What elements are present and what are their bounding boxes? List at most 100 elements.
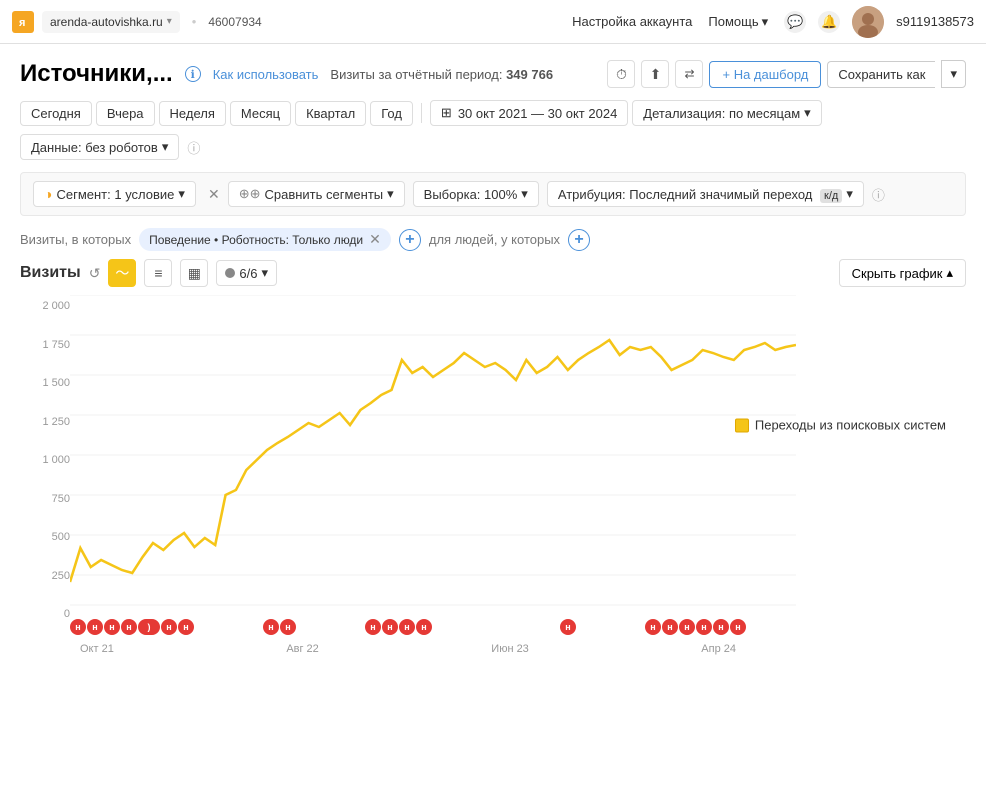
add-people-filter-button[interactable]: + [568, 229, 590, 251]
topbar-nav: Настройка аккаунта Помощь ▾ [572, 14, 768, 30]
logo: я [12, 11, 34, 33]
data-filter-button[interactable]: Данные: без роботов ▾ [20, 134, 179, 160]
date-range-button[interactable]: ⊞ 30 окт 2021 — 30 окт 2024 [430, 100, 628, 126]
main-content: Источники,... ℹ Как использовать Визиты … [0, 44, 986, 671]
detail-button[interactable]: Детализация: по месяцам ▾ [632, 100, 821, 126]
how-to-use-link[interactable]: Как использовать [213, 67, 319, 82]
export-button[interactable]: ⬆ [641, 60, 669, 88]
behavior-filter-tag[interactable]: Поведение • Роботность: Только люди ✕ [139, 228, 391, 251]
x-label-oct21: Окт 21 [80, 643, 114, 655]
segment-close-button[interactable]: ✕ [208, 186, 220, 203]
site-selector[interactable]: arenda-autovishka.ru ▾ [42, 11, 180, 33]
annotation-badge[interactable]: н [161, 619, 177, 635]
period-month-button[interactable]: Месяц [230, 101, 291, 126]
hide-chart-button[interactable]: Скрыть график ▴ [839, 259, 966, 287]
sample-text: Выборка: 100% [424, 187, 518, 202]
annotation-group-4: н [560, 619, 576, 635]
annotation-group-2: н н [263, 619, 296, 635]
compare-segments-text: Сравнить сегменты [264, 187, 383, 202]
sample-button[interactable]: Выборка: 100% ▾ [413, 181, 539, 207]
annotation-badge[interactable]: н [560, 619, 576, 635]
annotation-badge[interactable]: н [382, 619, 398, 635]
period-quarter-button[interactable]: Квартал [295, 101, 366, 126]
segment-text: Сегмент: 1 условие [56, 187, 174, 202]
refresh-icon[interactable]: ↺ [89, 265, 101, 282]
compare-icon: ⊕⊕ [239, 186, 261, 202]
period-today-button[interactable]: Сегодня [20, 101, 92, 126]
username: s9119138573 [896, 14, 974, 29]
annotation-badge[interactable]: н [662, 619, 678, 635]
save-as-dropdown-button[interactable]: ▾ [941, 60, 966, 88]
detail-chevron-icon: ▾ [804, 105, 811, 121]
data-info-icon[interactable]: ⓘ [187, 138, 200, 157]
compare-button[interactable]: ⇄ [675, 60, 703, 88]
attribution-button[interactable]: Атрибуция: Последний значимый переход к/… [547, 181, 864, 207]
series-count-text: 6/6 [239, 266, 257, 281]
annotation-badge[interactable]: н [280, 619, 296, 635]
segment-row: ◑ Сегмент: 1 условие ▾ ✕ ⊕⊕ Сравнить сег… [20, 172, 966, 216]
site-name: arenda-autovishka.ru [50, 15, 163, 29]
annotation-badge[interactable]: н [178, 619, 194, 635]
y-axis-labels: 2 000 1 750 1 500 1 250 1 000 750 500 25… [20, 295, 70, 625]
annotation-badge[interactable]: н [416, 619, 432, 635]
annotation-badge[interactable]: н [87, 619, 103, 635]
x-label-apr24: Апр 24 [701, 643, 736, 655]
header-actions: ⏱ ⬆ ⇄ + На дашборд Сохранить как ▾ [607, 60, 966, 88]
annotation-badge[interactable]: н [645, 619, 661, 635]
nav-help[interactable]: Помощь ▾ [708, 14, 768, 30]
date-toolbar: Сегодня Вчера Неделя Месяц Квартал Год ⊞… [20, 100, 966, 126]
annotation-badge[interactable]: н [399, 619, 415, 635]
sample-chevron-icon: ▾ [521, 186, 528, 202]
segment-chevron-icon: ▾ [178, 186, 185, 202]
data-filter-row: Данные: без роботов ▾ ⓘ [20, 134, 966, 160]
annotation-badge[interactable]: ) [138, 619, 160, 635]
annotation-badge[interactable]: н [263, 619, 279, 635]
add-filter-button[interactable]: + [399, 229, 421, 251]
nav-settings[interactable]: Настройка аккаунта [572, 14, 692, 29]
annotation-badge[interactable]: н [713, 619, 729, 635]
annotation-badge[interactable]: н [70, 619, 86, 635]
x-axis-labels: Окт 21 Авг 22 Июн 23 Апр 24 [70, 643, 746, 655]
bell-icon[interactable]: 🔔 [818, 11, 840, 33]
attr-info-icon[interactable]: ⓘ [872, 185, 885, 204]
series-selector-button[interactable]: 6/6 ▾ [216, 260, 277, 286]
visits-filter-label: Визиты, в которых [20, 232, 131, 247]
data-filter-text: Данные: без роботов [31, 140, 158, 155]
visits-period-label: Визиты за отчётный период: 349 766 [330, 67, 553, 82]
filter-tag-close-button[interactable]: ✕ [369, 231, 381, 248]
user-avatar[interactable] [852, 6, 884, 38]
annotation-badge[interactable]: н [365, 619, 381, 635]
period-year-button[interactable]: Год [370, 101, 413, 126]
bar-chart-button[interactable]: ▦ [180, 259, 208, 287]
x-label-aug22: Авг 22 [286, 643, 318, 655]
annotation-badge[interactable]: н [696, 619, 712, 635]
series-indicator [225, 268, 235, 278]
filter-tag-text: Поведение • Роботность: Только люди [149, 233, 363, 247]
annotation-group-3: н н н н [365, 619, 432, 635]
annotation-badge[interactable]: н [104, 619, 120, 635]
chart-line [70, 340, 796, 582]
period-week-button[interactable]: Неделя [159, 101, 226, 126]
attr-text: Атрибуция: Последний значимый переход к/… [558, 187, 843, 202]
period-yesterday-button[interactable]: Вчера [96, 101, 155, 126]
chart-container: 2 000 1 750 1 500 1 250 1 000 750 500 25… [20, 295, 966, 655]
compare-segments-button[interactable]: ⊕⊕ Сравнить сегменты ▾ [228, 181, 405, 207]
save-as-button[interactable]: Сохранить как [827, 61, 935, 88]
x-label-jun23: Июн 23 [491, 643, 529, 655]
annotation-badge[interactable]: н [679, 619, 695, 635]
site-id: 46007934 [208, 15, 261, 29]
area-chart-button[interactable]: ≡ [144, 259, 172, 287]
annotation-badge[interactable]: н [730, 619, 746, 635]
for-people-label: для людей, у которых [429, 232, 560, 247]
annotation-badge[interactable]: н [121, 619, 137, 635]
help-chevron-icon: ▾ [762, 14, 769, 30]
annotation-group-5: н н н н н н [645, 619, 746, 635]
info-icon[interactable]: ℹ [185, 66, 201, 82]
clock-button[interactable]: ⏱ [607, 60, 635, 88]
add-to-dashboard-button[interactable]: + На дашборд [709, 61, 821, 88]
line-chart-button[interactable]: 〜 [108, 259, 136, 287]
page-title: Источники,... [20, 60, 173, 88]
message-icon[interactable]: 💬 [784, 11, 806, 33]
topbar-icons: 💬 🔔 s9119138573 [784, 6, 974, 38]
segment-button[interactable]: ◑ Сегмент: 1 условие ▾ [33, 181, 196, 207]
